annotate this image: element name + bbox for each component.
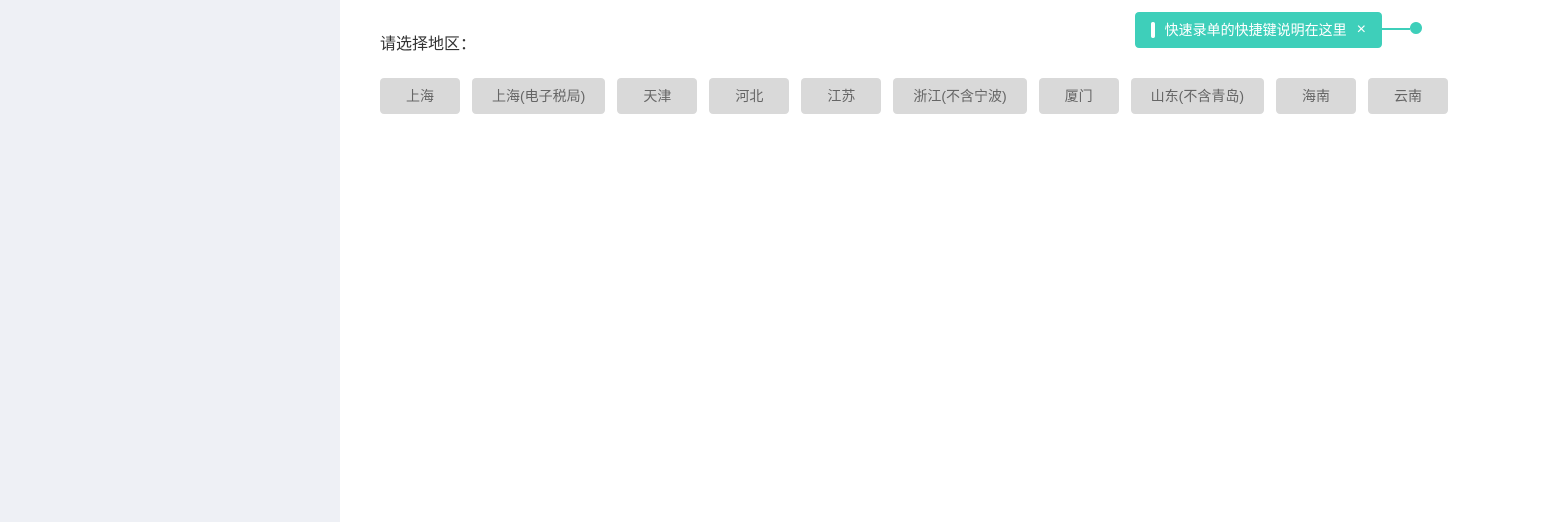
region-btn-zhejiang[interactable]: 浙江(不含宁波) [893,78,1026,114]
region-btn-jiangsu[interactable]: 江苏 [801,78,881,114]
tooltip-text: 快速录单的快捷键说明在这里 [1165,20,1347,40]
region-btn-shanghai-etax[interactable]: 上海(电子税局) [472,78,605,114]
tooltip-banner: 快速录单的快捷键说明在这里 × [1135,12,1382,48]
tooltip-line [1380,28,1410,30]
region-btn-yunnan[interactable]: 云南 [1368,78,1448,114]
region-btn-hebei[interactable]: 河北 [709,78,789,114]
tooltip-dot [1410,22,1422,34]
region-btn-shanghai[interactable]: 上海 [380,78,460,114]
region-btn-xiamen[interactable]: 厦门 [1039,78,1119,114]
close-icon[interactable]: × [1357,22,1366,38]
main-content: 请选择地区： 上海上海(电子税局)天津河北江苏浙江(不含宁波)厦门山东(不含青岛… [340,0,1562,522]
region-btn-hainan[interactable]: 海南 [1276,78,1356,114]
tooltip-bar [1151,22,1155,38]
region-buttons-container: 上海上海(电子税局) 天津河北江苏浙江(不含宁波) 厦门山东(不含青岛) 海南云南 [380,78,1522,114]
region-btn-tianjin[interactable]: 天津 [617,78,697,114]
left-sidebar [0,0,340,522]
region-btn-shandong[interactable]: 山东(不含青岛) [1131,78,1264,114]
